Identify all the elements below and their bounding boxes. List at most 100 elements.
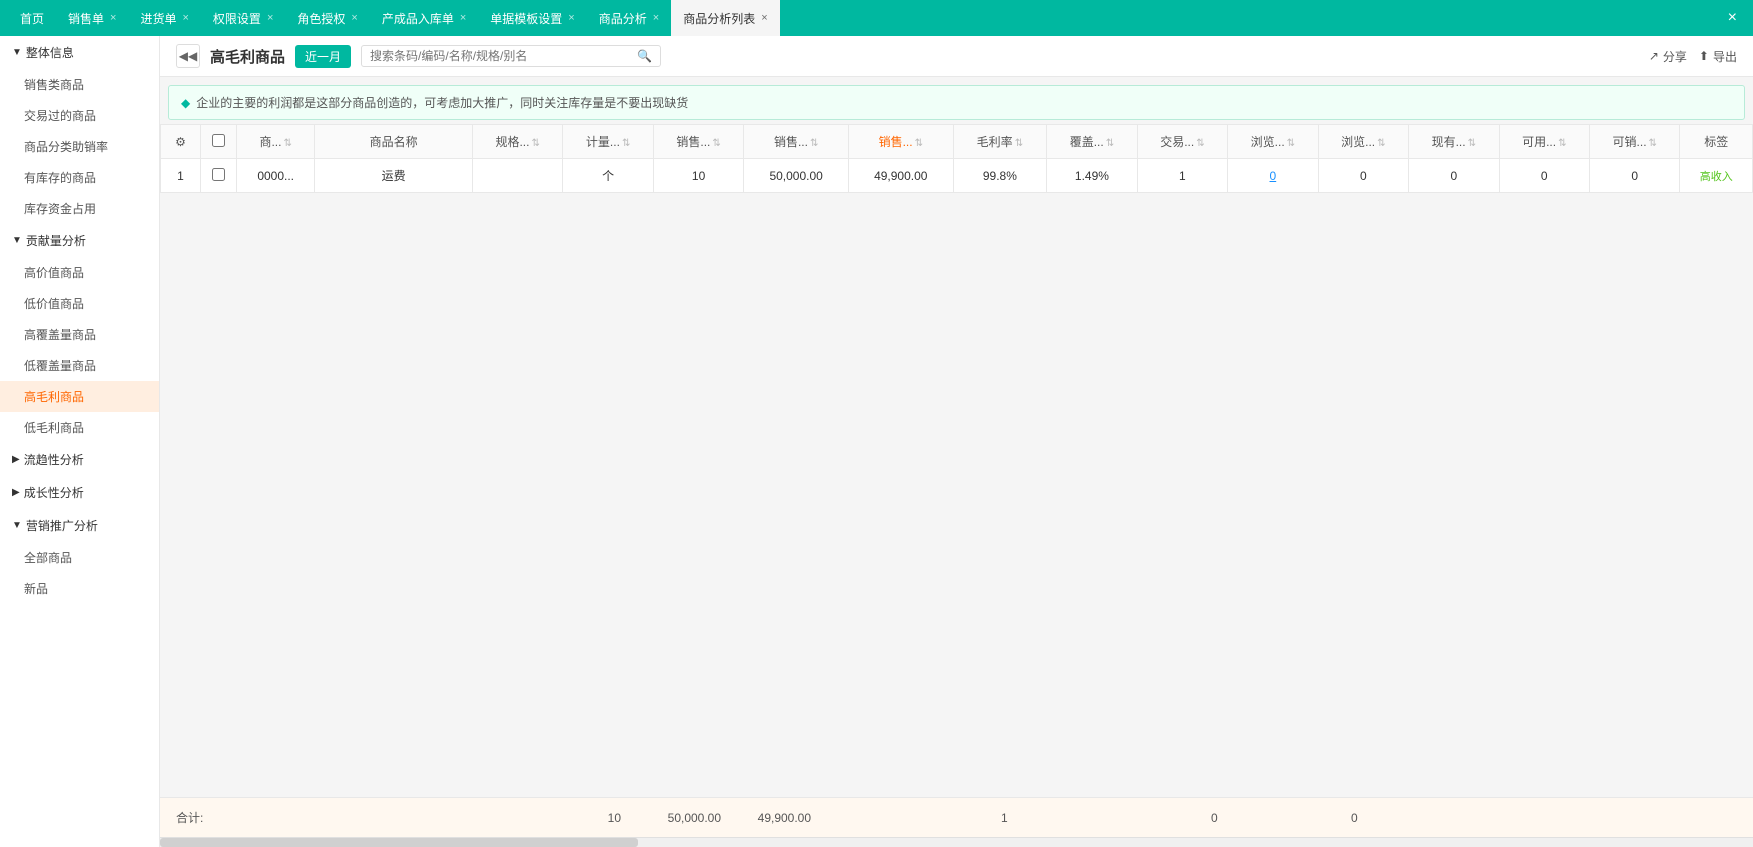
close-roles-icon[interactable]: × (351, 12, 357, 24)
col-settings[interactable]: ⚙ (161, 125, 201, 159)
sidebar-item-traded-goods[interactable]: 交易过的商品 (0, 100, 159, 131)
arrow-marketing-icon: ▼ (12, 520, 22, 531)
cell-code: 0000... (237, 159, 315, 193)
close-template-icon[interactable]: × (568, 12, 574, 24)
footer-sales2: 50,000.00 (649, 811, 739, 825)
table-row: 1 0000... 运费 个 10 50,000.00 49,900.00 99… (161, 159, 1753, 193)
col-available[interactable]: 可用...⇅ (1499, 125, 1589, 159)
nav-product-analysis[interactable]: 商品分析 × (587, 0, 671, 36)
close-product-analysis-list-icon[interactable]: × (761, 12, 767, 24)
footer-sales3: 49,900.00 (739, 811, 829, 825)
cell-spec (472, 159, 562, 193)
sidebar-item-low-margin[interactable]: 低毛利商品 (0, 412, 159, 443)
nav-roles[interactable]: 角色授权 × (285, 0, 369, 36)
sidebar-item-new-goods[interactable]: 新品 (0, 573, 159, 604)
tag-badge: 高收入 (1700, 171, 1733, 183)
col-browse1[interactable]: 浏览...⇅ (1228, 125, 1318, 159)
cell-sales2: 50,000.00 (744, 159, 849, 193)
col-browse2[interactable]: 浏览...⇅ (1318, 125, 1408, 159)
cell-checkbox[interactable] (201, 159, 237, 193)
table-header-row: ⚙ 商...⇅ 商品名称 规格...⇅ 计量...⇅ 销售...⇅ 销售...⇅… (161, 125, 1753, 159)
sidebar-item-high-value[interactable]: 高价值商品 (0, 257, 159, 288)
content-header: ◀◀ 高毛利商品 近一月 🔍 ↗ 分享 ⬆ 导出 (160, 36, 1753, 77)
footer-trade: 1 (969, 811, 1039, 825)
col-sales3[interactable]: 销售...⇅ (848, 125, 953, 159)
cell-current: 0 (1409, 159, 1499, 193)
browse1-link[interactable]: 0 (1270, 169, 1277, 183)
nav-permissions[interactable]: 权限设置 × (201, 0, 285, 36)
data-table: ⚙ 商...⇅ 商品名称 规格...⇅ 计量...⇅ 销售...⇅ 销售...⇅… (160, 124, 1753, 193)
sidebar-group-growth[interactable]: ▶ 成长性分析 (0, 476, 159, 509)
sidebar-item-in-stock[interactable]: 有库存的商品 (0, 162, 159, 193)
col-spec[interactable]: 规格...⇅ (472, 125, 562, 159)
nav-purchase[interactable]: 进货单 × (128, 0, 200, 36)
sidebar-item-high-margin[interactable]: 高毛利商品 (0, 381, 159, 412)
arrow-growth-icon: ▶ (12, 487, 20, 498)
col-trade[interactable]: 交易...⇅ (1137, 125, 1227, 159)
time-filter-button[interactable]: 近一月 (295, 45, 351, 68)
table-container[interactable]: ⚙ 商...⇅ 商品名称 规格...⇅ 计量...⇅ 销售...⇅ 销售...⇅… (160, 124, 1753, 797)
main-layout: ▼ 整体信息 销售类商品 交易过的商品 商品分类助销率 有库存的商品 库存资金占… (0, 36, 1753, 847)
col-sales1[interactable]: 销售...⇅ (653, 125, 743, 159)
export-icon: ⬆ (1699, 49, 1709, 63)
sidebar-item-stock-capital[interactable]: 库存资金占用 (0, 193, 159, 224)
arrow-contribution-icon: ▼ (12, 235, 22, 246)
close-purchase-icon[interactable]: × (182, 12, 188, 24)
nav-products-in[interactable]: 产成品入库单 × (370, 0, 478, 36)
close-all-button[interactable]: × (1720, 9, 1745, 27)
footer-bar: 合计: 10 50,000.00 49,900.00 1 0 0 (160, 797, 1753, 837)
share-button[interactable]: ↗ 分享 (1649, 48, 1687, 65)
close-sales-icon[interactable]: × (110, 12, 116, 24)
arrow-trend-icon: ▶ (12, 454, 20, 465)
page-title: 高毛利商品 (210, 46, 285, 67)
sidebar-item-low-coverage[interactable]: 低覆盖量商品 (0, 350, 159, 381)
export-button[interactable]: ⬆ 导出 (1699, 48, 1737, 65)
sidebar-item-low-value[interactable]: 低价值商品 (0, 288, 159, 319)
col-sales2[interactable]: 销售...⇅ (744, 125, 849, 159)
cell-browse2: 0 (1318, 159, 1408, 193)
footer-current: 0 (1179, 811, 1249, 825)
cell-trade: 1 (1137, 159, 1227, 193)
row-checkbox[interactable] (212, 168, 225, 181)
cell-tag: 高收入 (1680, 159, 1753, 193)
cell-sales3: 49,900.00 (848, 159, 953, 193)
cell-sales1: 10 (653, 159, 743, 193)
col-unit[interactable]: 计量...⇅ (563, 125, 653, 159)
collapse-sidebar-button[interactable]: ◀◀ (176, 44, 200, 68)
cell-browse1[interactable]: 0 (1228, 159, 1318, 193)
sidebar-group-marketing[interactable]: ▼ 营销推广分析 (0, 509, 159, 542)
search-input[interactable] (370, 49, 637, 63)
col-code[interactable]: 商...⇅ (237, 125, 315, 159)
col-saleable[interactable]: 可销...⇅ (1590, 125, 1680, 159)
footer-sales1: 10 (579, 811, 649, 825)
nav-sales[interactable]: 销售单 × (56, 0, 128, 36)
nav-home[interactable]: 首页 (8, 0, 56, 36)
cell-coverage: 1.49% (1047, 159, 1137, 193)
sidebar-group-overall[interactable]: ▼ 整体信息 (0, 36, 159, 69)
total-label: 合计: (176, 809, 203, 826)
sidebar-item-sales-goods[interactable]: 销售类商品 (0, 69, 159, 100)
close-product-analysis-icon[interactable]: × (653, 12, 659, 24)
search-icon[interactable]: 🔍 (637, 49, 652, 63)
sidebar-item-all-goods[interactable]: 全部商品 (0, 542, 159, 573)
cell-unit: 个 (563, 159, 653, 193)
col-gross-rate[interactable]: 毛利率⇅ (953, 125, 1047, 159)
arrow-overall-icon: ▼ (12, 47, 22, 58)
cell-available: 0 (1499, 159, 1589, 193)
sidebar-group-contribution[interactable]: ▼ 贡献量分析 (0, 224, 159, 257)
sidebar-item-category-rate[interactable]: 商品分类助销率 (0, 131, 159, 162)
nav-template[interactable]: 单据模板设置 × (478, 0, 586, 36)
sidebar: ▼ 整体信息 销售类商品 交易过的商品 商品分类助销率 有库存的商品 库存资金占… (0, 36, 160, 847)
close-permissions-icon[interactable]: × (267, 12, 273, 24)
col-current[interactable]: 现有...⇅ (1409, 125, 1499, 159)
share-icon: ↗ (1649, 49, 1659, 63)
sidebar-item-high-coverage[interactable]: 高覆盖量商品 (0, 319, 159, 350)
nav-product-analysis-list[interactable]: 商品分析列表 × (671, 0, 779, 36)
close-products-in-icon[interactable]: × (460, 12, 466, 24)
col-coverage[interactable]: 覆盖...⇅ (1047, 125, 1137, 159)
bottom-scrollbar[interactable] (160, 837, 1753, 847)
header-actions: ↗ 分享 ⬆ 导出 (1649, 48, 1737, 65)
select-all-checkbox[interactable] (212, 134, 225, 147)
footer-saleable: 0 (1319, 811, 1389, 825)
sidebar-group-trend[interactable]: ▶ 流趋性分析 (0, 443, 159, 476)
